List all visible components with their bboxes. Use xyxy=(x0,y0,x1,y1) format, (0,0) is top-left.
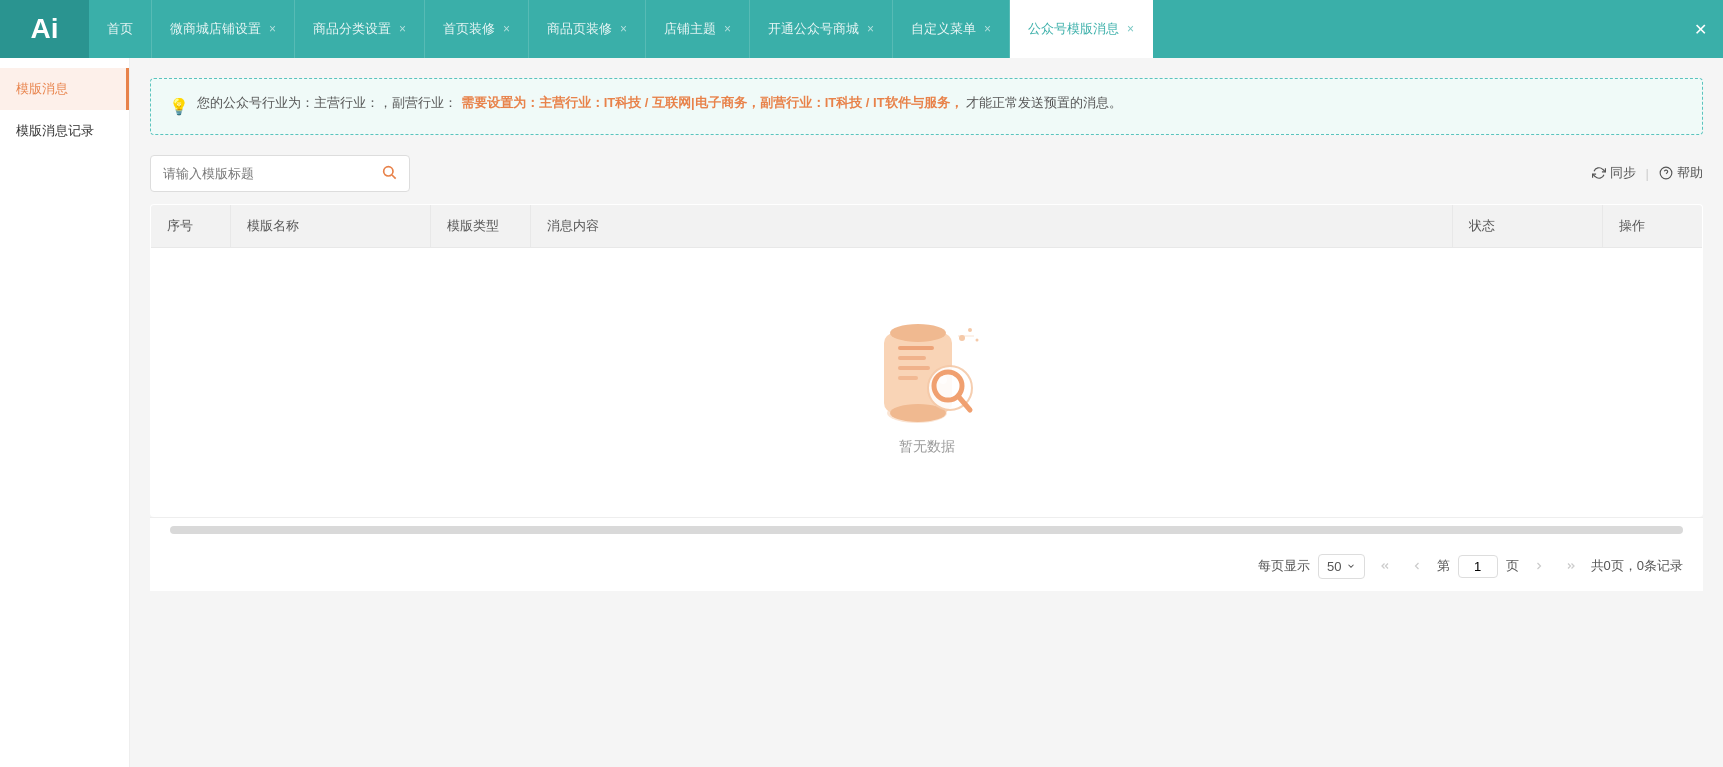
sidebar-item-0[interactable]: 模版消息 xyxy=(0,68,129,110)
nav-tab-2[interactable]: 商品分类设置× xyxy=(295,0,425,58)
help-button[interactable]: 帮助 xyxy=(1659,164,1703,182)
col-action: 操作 xyxy=(1603,204,1703,247)
tab-close-btn-1[interactable]: × xyxy=(269,22,276,36)
next-page-button[interactable] xyxy=(1527,554,1551,578)
svg-point-18 xyxy=(975,338,978,341)
svg-rect-9 xyxy=(898,356,926,360)
svg-rect-8 xyxy=(898,346,934,350)
col-status: 状态 xyxy=(1453,204,1603,247)
empty-illustration xyxy=(862,308,992,438)
nav-tab-3[interactable]: 首页装修× xyxy=(425,0,529,58)
search-button[interactable] xyxy=(369,156,409,191)
close-all-button[interactable]: ✕ xyxy=(1678,20,1723,39)
nav-tab-8[interactable]: 公众号模版消息× xyxy=(1010,0,1153,58)
svg-point-7 xyxy=(890,324,946,342)
search-input[interactable] xyxy=(151,158,369,189)
tab-close-btn-8[interactable]: × xyxy=(1127,22,1134,36)
search-box xyxy=(150,155,410,192)
tab-close-btn-7[interactable]: × xyxy=(984,22,991,36)
svg-rect-10 xyxy=(898,366,930,370)
page-size-select: 每页显示 50 xyxy=(1258,554,1364,579)
notice-box: 💡 您的公众号行业为：主营行业：，副营行业： 需要设置为：主营行业：IT科技 /… xyxy=(150,78,1703,135)
first-page-button[interactable] xyxy=(1373,554,1397,578)
nav-tab-4[interactable]: 商品页装修× xyxy=(529,0,646,58)
nav-tab-7[interactable]: 自定义菜单× xyxy=(893,0,1010,58)
toolbar: 同步 | 帮助 xyxy=(150,155,1703,192)
tab-close-btn-5[interactable]: × xyxy=(724,22,731,36)
nav-tab-0[interactable]: 首页 xyxy=(89,0,152,58)
pagination: 每页显示 50 xyxy=(150,542,1703,591)
toolbar-right: 同步 | 帮助 xyxy=(1592,164,1703,182)
top-nav: Ai 首页微商城店铺设置×商品分类设置×首页装修×商品页装修×店铺主题×开通公众… xyxy=(0,0,1723,58)
tab-close-btn-3[interactable]: × xyxy=(503,22,510,36)
sidebar-item-1[interactable]: 模版消息记录 xyxy=(0,110,129,152)
last-page-button[interactable] xyxy=(1559,554,1583,578)
divider: | xyxy=(1646,166,1649,181)
notice-icon: 💡 xyxy=(169,94,189,120)
empty-text: 暂无数据 xyxy=(899,438,955,456)
svg-point-0 xyxy=(384,166,393,175)
page-number-input[interactable] xyxy=(1458,555,1498,578)
sync-button[interactable]: 同步 xyxy=(1592,164,1636,182)
col-type: 模版类型 xyxy=(431,204,531,247)
tab-close-btn-2[interactable]: × xyxy=(399,22,406,36)
data-table: 序号 模版名称 模版类型 消息内容 状态 操作 xyxy=(150,204,1703,517)
nav-tabs: 首页微商城店铺设置×商品分类设置×首页装修×商品页装修×店铺主题×开通公众号商城… xyxy=(89,0,1678,58)
tab-close-btn-4[interactable]: × xyxy=(620,22,627,36)
fake-scrollbar[interactable] xyxy=(170,526,1683,534)
tab-close-btn-6[interactable]: × xyxy=(867,22,874,36)
page-total: 共0页，0条记录 xyxy=(1591,557,1683,575)
content-area: 💡 您的公众号行业为：主营行业：，副营行业： 需要设置为：主营行业：IT科技 /… xyxy=(130,58,1723,767)
col-index: 序号 xyxy=(151,204,231,247)
svg-point-15 xyxy=(939,376,947,384)
nav-tab-6[interactable]: 开通公众号商城× xyxy=(750,0,893,58)
empty-state: 暂无数据 xyxy=(151,248,1702,516)
col-content: 消息内容 xyxy=(531,204,1453,247)
notice-text: 您的公众号行业为：主营行业：，副营行业： 需要设置为：主营行业：IT科技 / 互… xyxy=(197,93,1122,114)
page-size-dropdown[interactable]: 50 xyxy=(1318,554,1364,579)
prev-page-button[interactable] xyxy=(1405,554,1429,578)
col-name: 模版名称 xyxy=(231,204,431,247)
logo: Ai xyxy=(0,0,89,58)
sidebar: 模版消息模版消息记录 xyxy=(0,58,130,767)
svg-line-1 xyxy=(392,175,396,179)
nav-tab-1[interactable]: 微商城店铺设置× xyxy=(152,0,295,58)
svg-point-17 xyxy=(968,328,972,332)
table-header-row: 序号 模版名称 模版类型 消息内容 状态 操作 xyxy=(151,204,1703,247)
nav-tab-5[interactable]: 店铺主题× xyxy=(646,0,750,58)
main-layout: 模版消息模版消息记录 💡 您的公众号行业为：主营行业：，副营行业： 需要设置为：… xyxy=(0,58,1723,767)
scrollbar-container xyxy=(150,517,1703,542)
svg-rect-11 xyxy=(898,376,918,380)
